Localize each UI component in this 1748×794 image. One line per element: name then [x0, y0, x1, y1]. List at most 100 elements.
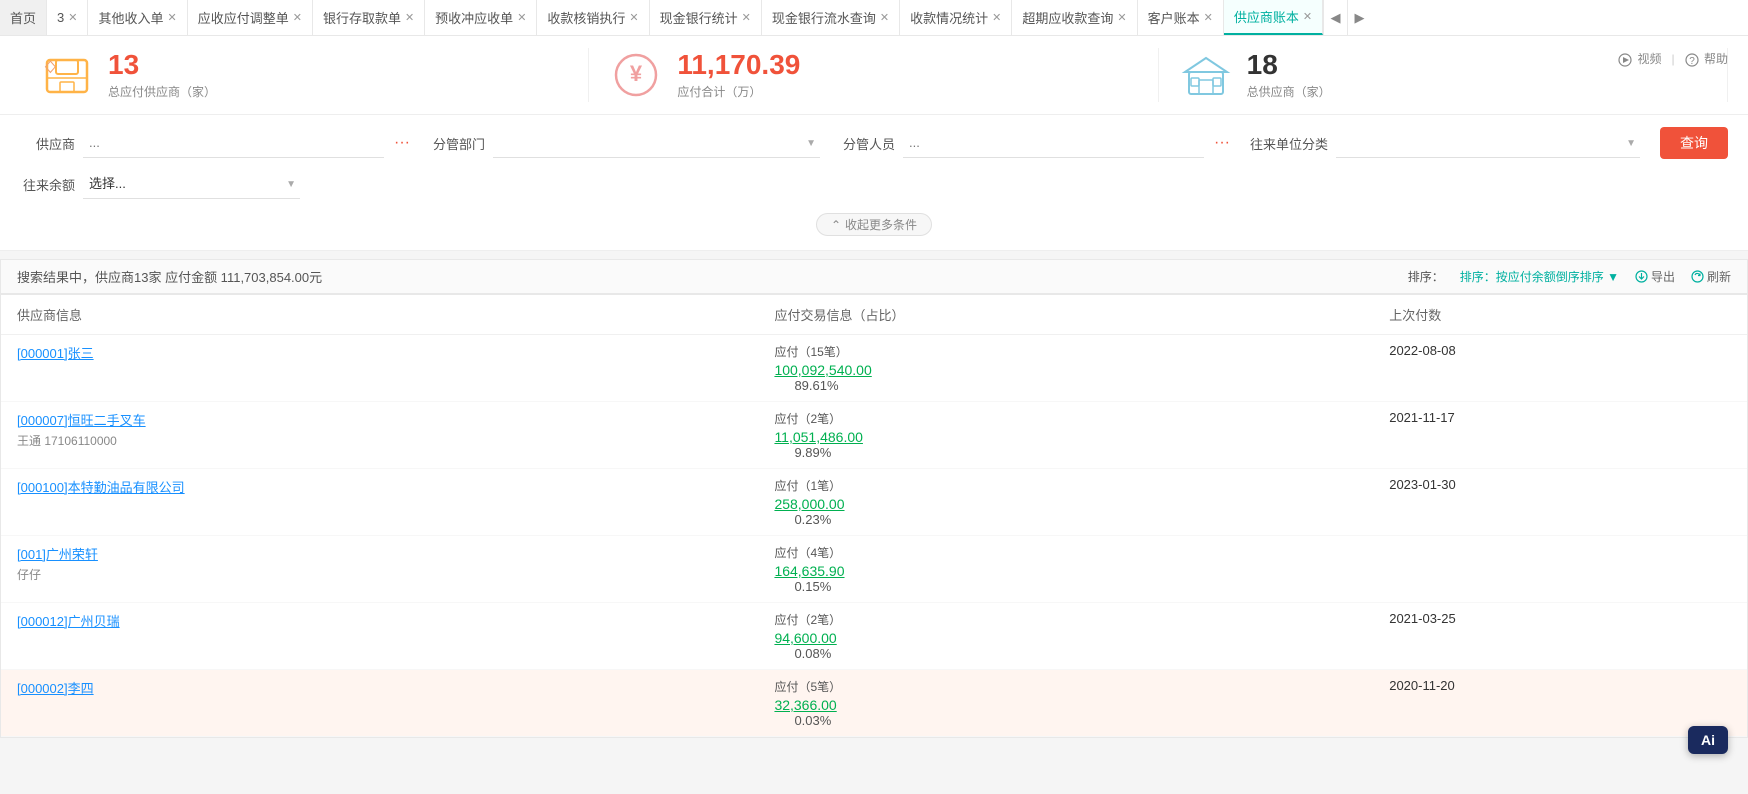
payable-suppliers-label: 总应付供应商（家）	[108, 83, 216, 100]
tx-info-cell: 应付（2笔）94,600.000.08%	[758, 603, 1373, 670]
tx-label: 应付（4笔）	[774, 546, 841, 560]
tx-amount[interactable]: 11,051,486.00	[774, 429, 1357, 445]
filter-row-2: 往来余额 选择... ▼	[20, 169, 1728, 199]
supplier-link[interactable]: [000002]李四	[17, 681, 94, 696]
tx-amount[interactable]: 258,000.00	[774, 496, 1357, 512]
collapse-up-icon: ⌃	[831, 218, 841, 232]
refresh-button[interactable]: 刷新	[1691, 268, 1731, 285]
close-tab-customer-ledger[interactable]: ✕	[1204, 11, 1213, 24]
nav-tab-payment-verify[interactable]: 收款核销执行 ✕	[537, 0, 649, 35]
supplier-filter-label: 供应商	[20, 134, 75, 153]
tx-amount[interactable]: 32,366.00	[774, 697, 1357, 713]
nav-tab-bank-deposit[interactable]: 银行存取款单 ✕	[313, 0, 425, 35]
nav-tab-cash-bank-stats[interactable]: 现金银行统计 ✕	[650, 0, 762, 35]
nav-tab-cash-bank-query[interactable]: 现金银行流水查询 ✕	[762, 0, 900, 35]
nav-tab-other-income[interactable]: 其他收入单 ✕	[88, 0, 187, 35]
close-tab-other-income[interactable]: ✕	[167, 11, 176, 24]
supplier-link[interactable]: [000012]广州贝瑞	[17, 614, 120, 629]
close-tab-bank-deposit[interactable]: ✕	[405, 11, 414, 24]
close-tab-prepay-ar[interactable]: ✕	[517, 11, 526, 24]
close-tab-cash-bank-query[interactable]: ✕	[880, 11, 889, 24]
supplier-table: 供应商信息 应付交易信息（占比） 上次付数 [000001]张三应付（15笔）1…	[1, 295, 1747, 737]
supplier-link[interactable]: [000001]张三	[17, 346, 94, 361]
total-suppliers-label: 总供应商（家）	[1247, 83, 1331, 100]
balance-select-wrap: 选择... ▼	[83, 169, 300, 199]
collapse-button[interactable]: ⌃ 收起更多条件	[816, 213, 932, 236]
result-summary-text: 搜索结果中，供应商13家 应付金额 111,703,854.00元	[17, 267, 322, 286]
close-tab-cash-bank-stats[interactable]: ✕	[742, 11, 751, 24]
tx-label: 应付（5笔）	[774, 680, 841, 694]
tx-amount[interactable]: 100,092,540.00	[774, 362, 1357, 378]
person-filter-input[interactable]	[903, 128, 1204, 158]
nav-prev-button[interactable]: ◀	[1323, 0, 1347, 35]
supplier-filter-input[interactable]	[83, 128, 384, 158]
tx-percent: 0.08%	[794, 646, 831, 661]
nav-tab-supplier-ledger-label: 供应商账本	[1234, 7, 1299, 26]
tx-label: 应付（2笔）	[774, 412, 841, 426]
tx-amount[interactable]: 164,635.90	[774, 563, 1357, 579]
summary-text-payable-suppliers: 13 总应付供应商（家）	[108, 50, 216, 100]
nav-tab-ar-ap-adjust[interactable]: 应收应付调整单 ✕	[188, 0, 313, 35]
dept-filter-label: 分管部门	[430, 134, 485, 153]
nav-tab-home[interactable]: 首页	[0, 0, 47, 35]
store-icon	[1179, 48, 1233, 102]
tx-percent: 0.23%	[794, 512, 831, 527]
nav-tab-3-label: 3	[57, 10, 64, 25]
nav-tab-customer-ledger[interactable]: 客户账本 ✕	[1138, 0, 1224, 35]
dept-select[interactable]	[493, 128, 820, 158]
supplier-info-cell: [000001]张三	[1, 335, 758, 402]
supplier-link[interactable]: [001]广州荣轩	[17, 547, 98, 562]
nav-tab-supplier-ledger[interactable]: 供应商账本 ✕	[1224, 0, 1323, 35]
tx-info-cell: 应付（5笔） 32,366.000.03%	[758, 670, 1373, 737]
nav-tab-prepay-ar[interactable]: 预收冲应收单 ✕	[425, 0, 537, 35]
export-icon	[1635, 270, 1648, 283]
person-filter-label: 分管人员	[840, 134, 895, 153]
export-button[interactable]: 导出	[1635, 268, 1675, 285]
tx-info-cell: 应付（1笔）258,000.000.23%	[758, 469, 1373, 536]
close-tab-3[interactable]: ✕	[68, 11, 77, 24]
supplier-link[interactable]: [000100]本特勤油品有限公司	[17, 480, 185, 495]
table-header-row: 供应商信息 应付交易信息（占比） 上次付数	[1, 295, 1747, 335]
last-pay-cell: 2023-01-30	[1373, 469, 1747, 536]
table-row: [001]广州荣轩仔仔应付（4笔）164,635.900.15%	[1, 536, 1747, 603]
balance-filter-label: 往来余额	[20, 175, 75, 194]
query-button[interactable]: 查询	[1660, 127, 1728, 159]
unit-type-select[interactable]	[1336, 128, 1640, 158]
table-row: [000012]广州贝瑞应付（2笔）94,600.000.08%2021-03-…	[1, 603, 1747, 670]
close-tab-ar-ap-adjust[interactable]: ✕	[293, 11, 302, 24]
tx-percent: 0.03%	[794, 713, 831, 728]
close-tab-payment-verify[interactable]: ✕	[629, 11, 638, 24]
top-right-links: 视频 | ? 帮助	[1618, 50, 1728, 67]
nav-tab-overdue-ar[interactable]: 超期应收款查询 ✕	[1012, 0, 1137, 35]
right-actions: 排序： 排序：按应付余额倒序排序 ▼ 导出 刷新	[1408, 268, 1731, 285]
help-link[interactable]: ? 帮助	[1685, 50, 1728, 67]
supplier-filter-dots[interactable]: ···	[394, 134, 410, 152]
data-table-wrap: 供应商信息 应付交易信息（占比） 上次付数 [000001]张三应付（15笔）1…	[0, 294, 1748, 738]
balance-select[interactable]: 选择...	[83, 169, 300, 199]
payable-total-label: 应付合计（万）	[677, 83, 800, 100]
close-tab-payment-stats[interactable]: ✕	[992, 11, 1001, 24]
filter-supplier: 供应商 ···	[20, 128, 410, 158]
summary-item-payable-suppliers: 13 总应付供应商（家）	[20, 48, 589, 102]
close-tab-overdue-ar[interactable]: ✕	[1117, 11, 1126, 24]
unit-type-filter-label: 往来单位分类	[1250, 134, 1328, 153]
filter-dept: 分管部门 ▼	[430, 128, 820, 158]
nav-tab-payment-stats[interactable]: 收款情况统计 ✕	[900, 0, 1012, 35]
total-suppliers-count: 18	[1247, 50, 1331, 81]
video-link[interactable]: 视频	[1618, 50, 1661, 67]
nav-next-button[interactable]: ▶	[1347, 0, 1371, 35]
tx-percent: 89.61%	[794, 378, 838, 393]
sort-link[interactable]: 排序：按应付余额倒序排序 ▼	[1460, 268, 1619, 285]
nav-tab-payment-stats-label: 收款情况统计	[910, 8, 988, 27]
nav-tab-payment-verify-label: 收款核销执行	[547, 8, 625, 27]
nav-tab-overdue-ar-label: 超期应收款查询	[1022, 8, 1113, 27]
person-filter-dots[interactable]: ···	[1214, 134, 1230, 152]
tx-amount[interactable]: 94,600.00	[774, 630, 1357, 646]
summary-bar: 13 总应付供应商（家） ¥ 11,170.39 应付合计（万）	[0, 36, 1748, 115]
supplier-link[interactable]: [000007]恒旺二手叉车	[17, 413, 146, 428]
supplier-info-cell: [000007]恒旺二手叉车王通 17106110000	[1, 402, 758, 469]
ai-badge[interactable]: Ai	[1688, 726, 1728, 754]
nav-tab-3[interactable]: 3 ✕	[47, 0, 88, 35]
close-tab-supplier-ledger[interactable]: ✕	[1303, 10, 1312, 23]
nav-tab-home-label: 首页	[10, 8, 36, 27]
